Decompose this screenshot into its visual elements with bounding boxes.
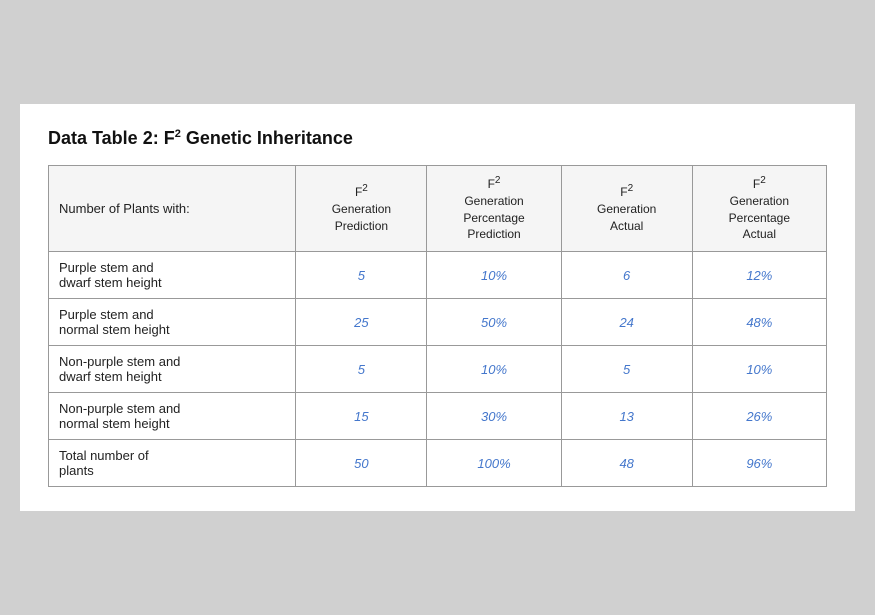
table-row: Non-purple stem andnormal stem height 15… bbox=[49, 393, 827, 440]
row-actual-3: 13 bbox=[561, 393, 692, 440]
title-suffix: Genetic Inheritance bbox=[181, 128, 353, 148]
table-row: Non-purple stem anddwarf stem height 5 1… bbox=[49, 346, 827, 393]
col-header-3: F2GenerationActual bbox=[561, 165, 692, 251]
row-pred-2: 5 bbox=[296, 346, 427, 393]
table-row: Total number ofplants 50 100% 48 96% bbox=[49, 440, 827, 487]
row-label-0: Purple stem anddwarf stem height bbox=[49, 252, 296, 299]
row-pred-pct-0: 10% bbox=[427, 252, 561, 299]
page-title: Data Table 2: F2 Genetic Inheritance bbox=[48, 128, 827, 149]
row-pred-4: 50 bbox=[296, 440, 427, 487]
col-header-1: F2GenerationPrediction bbox=[296, 165, 427, 251]
title-prefix: Data Table 2: F bbox=[48, 128, 175, 148]
row-actual-pct-0: 12% bbox=[692, 252, 826, 299]
row-actual-1: 24 bbox=[561, 299, 692, 346]
row-actual-pct-1: 48% bbox=[692, 299, 826, 346]
row-label-4: Total number ofplants bbox=[49, 440, 296, 487]
row-pred-0: 5 bbox=[296, 252, 427, 299]
row-pred-pct-4: 100% bbox=[427, 440, 561, 487]
table-row: Purple stem anddwarf stem height 5 10% 6… bbox=[49, 252, 827, 299]
row-actual-4: 48 bbox=[561, 440, 692, 487]
row-pred-3: 15 bbox=[296, 393, 427, 440]
row-actual-pct-2: 10% bbox=[692, 346, 826, 393]
row-label-2: Non-purple stem anddwarf stem height bbox=[49, 346, 296, 393]
row-actual-pct-3: 26% bbox=[692, 393, 826, 440]
row-actual-pct-4: 96% bbox=[692, 440, 826, 487]
row-label-1: Purple stem andnormal stem height bbox=[49, 299, 296, 346]
table-row: Purple stem andnormal stem height 25 50%… bbox=[49, 299, 827, 346]
row-pred-1: 25 bbox=[296, 299, 427, 346]
row-actual-0: 6 bbox=[561, 252, 692, 299]
col-header-0: Number of Plants with: bbox=[49, 165, 296, 251]
row-actual-2: 5 bbox=[561, 346, 692, 393]
data-table: Number of Plants with: F2GenerationPredi… bbox=[48, 165, 827, 487]
row-label-3: Non-purple stem andnormal stem height bbox=[49, 393, 296, 440]
col-header-2: F2GenerationPercentagePrediction bbox=[427, 165, 561, 251]
row-pred-pct-2: 10% bbox=[427, 346, 561, 393]
col-header-4: F2GenerationPercentageActual bbox=[692, 165, 826, 251]
row-pred-pct-1: 50% bbox=[427, 299, 561, 346]
page-container: Data Table 2: F2 Genetic Inheritance Num… bbox=[20, 104, 855, 511]
row-pred-pct-3: 30% bbox=[427, 393, 561, 440]
